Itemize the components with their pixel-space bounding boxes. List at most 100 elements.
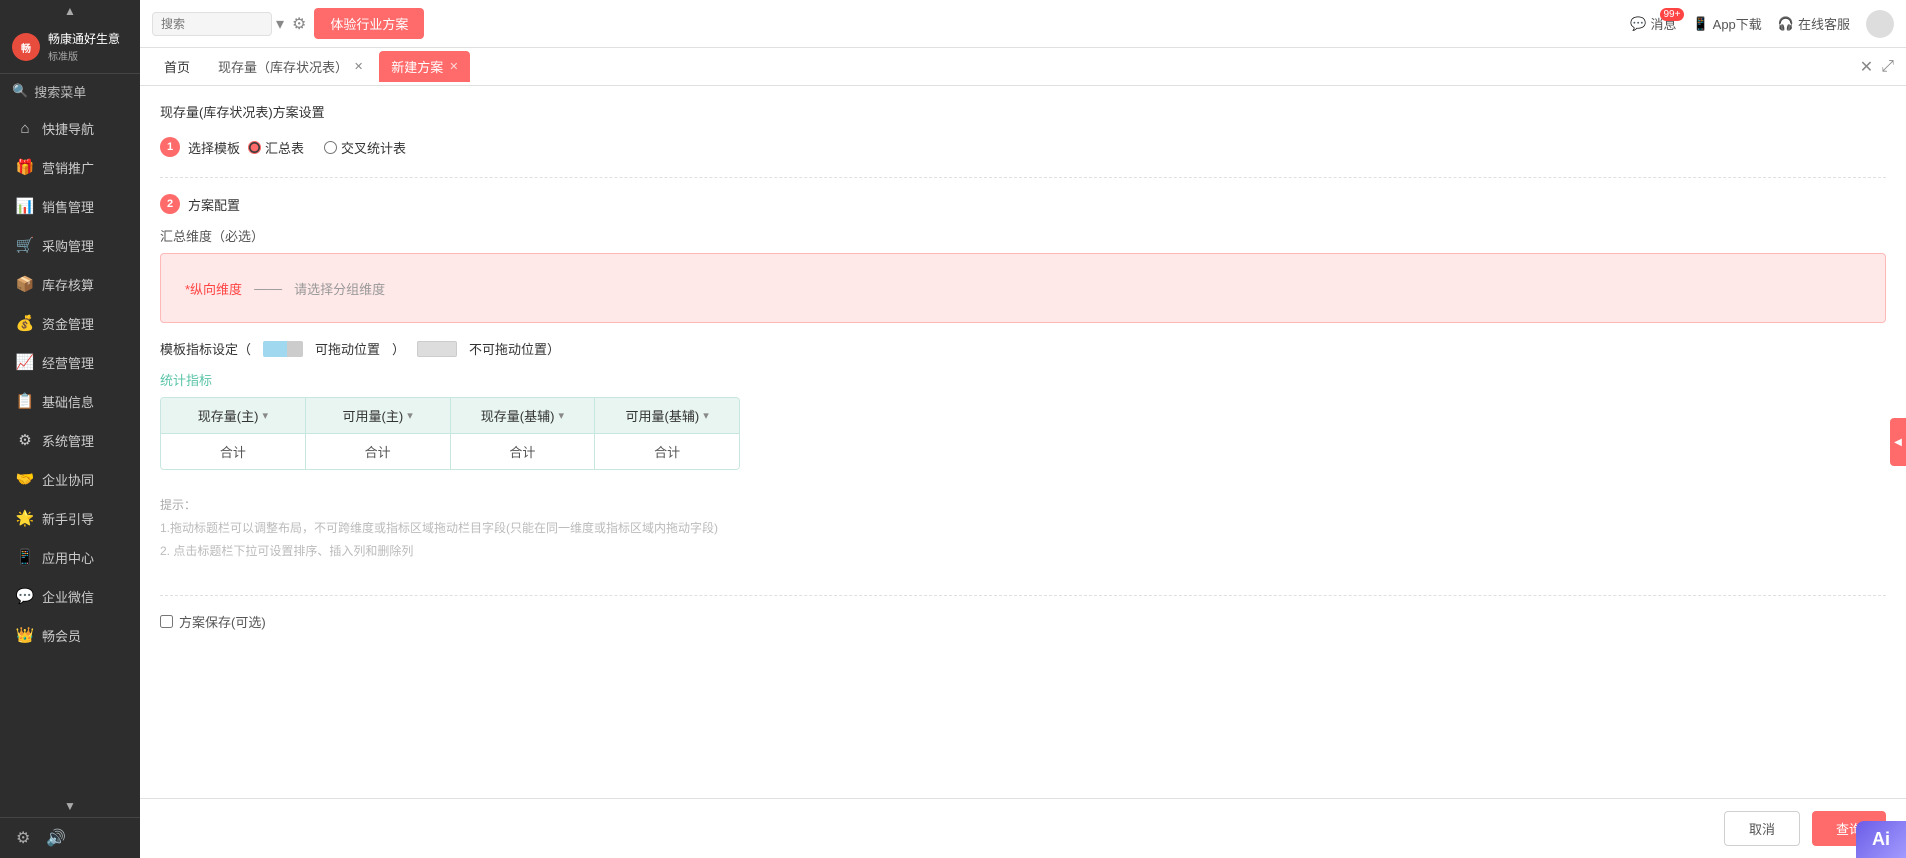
main-area: ▾ ⚙ 体验行业方案 💬 消息 99+ 📱 App下载 🎧 在线客服 首页 bbox=[140, 0, 1906, 858]
nav-label: 采购管理 bbox=[42, 236, 94, 255]
radio-crosstab[interactable]: 交叉统计表 bbox=[324, 138, 406, 157]
radio-summary-label: 汇总表 bbox=[265, 138, 304, 157]
sidebar-item-inventory[interactable]: 📦 库存核算 bbox=[0, 265, 140, 304]
topbar-gear-icon[interactable]: ⚙ bbox=[292, 14, 306, 34]
message-area[interactable]: 💬 消息 99+ bbox=[1630, 14, 1676, 33]
stats-col-4-chevron[interactable]: ▾ bbox=[703, 409, 709, 422]
save-checkbox[interactable] bbox=[160, 615, 173, 628]
window-close-icon[interactable]: ✕ bbox=[1860, 57, 1873, 77]
sidebar-item-new-guide[interactable]: 🌟 新手引导 bbox=[0, 499, 140, 538]
cancel-button[interactable]: 取消 bbox=[1724, 811, 1800, 846]
dimension-box[interactable]: *纵向维度 —— 请选择分组维度 bbox=[160, 253, 1886, 323]
headset-icon: 🎧 bbox=[1778, 16, 1794, 32]
topbar-search-input[interactable] bbox=[152, 12, 272, 36]
nav-label: 畅会员 bbox=[42, 626, 81, 645]
phone-icon: 📱 bbox=[16, 548, 34, 566]
speaker-icon[interactable]: 🔊 bbox=[46, 828, 66, 848]
sidebar-item-app-center[interactable]: 📱 应用中心 bbox=[0, 538, 140, 577]
settings-icon[interactable]: ⚙ bbox=[16, 828, 30, 848]
online-service-area[interactable]: 🎧 在线客服 bbox=[1778, 14, 1850, 33]
dimension-arrow: —— bbox=[254, 280, 282, 296]
tips-item-2: 2. 点击标题栏下拉可设置排序、插入列和删除列 bbox=[160, 542, 1886, 561]
content-area: 现存量(库存状况表)方案设置 1 选择模板 汇总表 交叉统计表 bbox=[140, 86, 1906, 798]
stats-data-col-1: 合计 bbox=[161, 434, 306, 469]
stats-col-4-label: 可用量(基辅) bbox=[626, 406, 700, 425]
tab-home-label: 首页 bbox=[164, 57, 190, 76]
app-name: 畅康通好生意 bbox=[48, 32, 120, 48]
sidebar-item-operations[interactable]: 📈 经营管理 bbox=[0, 343, 140, 382]
stats-section-title: 统计指标 bbox=[160, 370, 1886, 389]
sidebar-scroll-up[interactable]: ▲ bbox=[0, 0, 140, 22]
section-divider-2 bbox=[160, 595, 1886, 596]
content-inner: 现存量(库存状况表)方案设置 1 选择模板 汇总表 交叉统计表 bbox=[140, 86, 1906, 798]
sidebar-search[interactable]: 🔍 搜索菜单 bbox=[0, 74, 140, 109]
tab-inventory-status[interactable]: 现存量（库存状况表） ✕ bbox=[206, 51, 375, 82]
save-option-label: 方案保存(可选) bbox=[179, 612, 266, 631]
sidebar-item-marketing[interactable]: 🎁 营销推广 bbox=[0, 148, 140, 187]
topbar: ▾ ⚙ 体验行业方案 💬 消息 99+ 📱 App下载 🎧 在线客服 bbox=[140, 0, 1906, 48]
stats-data-col-3: 合计 bbox=[451, 434, 596, 469]
stats-col-1-label: 现存量(主) bbox=[198, 406, 259, 425]
right-panel-toggle[interactable]: ◀ bbox=[1890, 418, 1906, 466]
sidebar-scroll-down[interactable]: ▼ bbox=[0, 795, 140, 817]
radio-summary[interactable]: 汇总表 bbox=[248, 138, 304, 157]
stats-col-2-label: 可用量(主) bbox=[343, 406, 404, 425]
sidebar-item-system[interactable]: ⚙ 系统管理 bbox=[0, 421, 140, 460]
tips-item-1: 1.拖动标题栏可以调整布局，不可跨维度或指标区域拖动栏目字段(只能在同一维度或指… bbox=[160, 519, 1886, 538]
sidebar-bottom: ⚙ 🔊 bbox=[0, 817, 140, 858]
not-draggable-badge bbox=[417, 341, 457, 357]
user-avatar[interactable] bbox=[1866, 10, 1894, 38]
search-label: 搜索菜单 bbox=[34, 82, 86, 101]
box-icon: 📦 bbox=[16, 275, 34, 293]
section2-number: 2 bbox=[160, 194, 180, 214]
stats-col-4-header[interactable]: 可用量(基辅) ▾ bbox=[595, 398, 739, 433]
sidebar: ▲ 畅 畅康通好生意 标准版 🔍 搜索菜单 ⌂ 快捷导航 🎁 营销推广 📊 销售… bbox=[0, 0, 140, 858]
stats-data-col-2: 合计 bbox=[306, 434, 451, 469]
window-expand-icon[interactable]: ⤢ bbox=[1881, 58, 1894, 76]
section-scheme: 2 方案配置 汇总维度（必选） *纵向维度 —— 请选择分组维度 模板指标设定（… bbox=[160, 194, 1886, 575]
tab-home[interactable]: 首页 bbox=[152, 51, 202, 82]
trial-button[interactable]: 体验行业方案 bbox=[314, 8, 424, 39]
radio-crosstab-input[interactable] bbox=[324, 141, 337, 154]
section2-header: 2 方案配置 bbox=[160, 194, 1886, 214]
sidebar-item-finance[interactable]: 💰 资金管理 bbox=[0, 304, 140, 343]
topbar-dropdown-icon[interactable]: ▾ bbox=[276, 14, 284, 34]
stats-col-3-label: 现存量(基辅) bbox=[481, 406, 555, 425]
tab-new-scheme-close-icon[interactable]: ✕ bbox=[449, 60, 458, 73]
tab-new-scheme-label: 新建方案 bbox=[391, 57, 443, 76]
tips-section: 提示： 1.拖动标题栏可以调整布局，不可跨维度或指标区域拖动栏目字段(只能在同一… bbox=[160, 486, 1886, 575]
tab-inventory-close-icon[interactable]: ✕ bbox=[354, 60, 363, 73]
nav-label: 企业微信 bbox=[42, 587, 94, 606]
nav-label: 系统管理 bbox=[42, 431, 94, 450]
tabbar: 首页 现存量（库存状况表） ✕ 新建方案 ✕ ✕ ⤢ bbox=[140, 48, 1906, 86]
stats-col-3-chevron[interactable]: ▾ bbox=[558, 409, 564, 422]
stats-col-2-header[interactable]: 可用量(主) ▾ bbox=[306, 398, 451, 433]
home-icon: ⌂ bbox=[16, 119, 34, 137]
draggable-badge bbox=[263, 341, 303, 357]
sidebar-item-basic-info[interactable]: 📋 基础信息 bbox=[0, 382, 140, 421]
draggable-label: 可拖动位置 bbox=[315, 339, 380, 358]
sidebar-item-sales[interactable]: 📊 销售管理 bbox=[0, 187, 140, 226]
sidebar-item-quick-nav[interactable]: ⌂ 快捷导航 bbox=[0, 109, 140, 148]
section2-title: 方案配置 bbox=[188, 195, 240, 214]
stats-col-3-header[interactable]: 现存量(基辅) ▾ bbox=[451, 398, 596, 433]
nav-label: 销售管理 bbox=[42, 197, 94, 216]
sidebar-item-purchase[interactable]: 🛒 采购管理 bbox=[0, 226, 140, 265]
app-version: 标准版 bbox=[48, 48, 120, 63]
stats-col-1-chevron[interactable]: ▾ bbox=[262, 409, 268, 422]
section-template: 1 选择模板 汇总表 交叉统计表 bbox=[160, 137, 1886, 157]
nav-label: 应用中心 bbox=[42, 548, 94, 567]
tab-new-scheme[interactable]: 新建方案 ✕ bbox=[379, 51, 470, 82]
stats-col-1-header[interactable]: 现存量(主) ▾ bbox=[161, 398, 306, 433]
app-download-area[interactable]: 📱 App下载 bbox=[1692, 14, 1761, 33]
section1-header: 1 选择模板 汇总表 交叉统计表 bbox=[160, 137, 1886, 157]
stats-col-2-chevron[interactable]: ▾ bbox=[407, 409, 413, 422]
radio-summary-input[interactable] bbox=[248, 141, 261, 154]
ai-badge[interactable]: Ai bbox=[1856, 821, 1906, 858]
phone-download-icon: 📱 bbox=[1692, 16, 1708, 32]
dimension-placeholder: 请选择分组维度 bbox=[294, 279, 385, 298]
sidebar-item-vip[interactable]: 👑 畅会员 bbox=[0, 616, 140, 655]
sidebar-item-contract[interactable]: 🤝 企业协同 bbox=[0, 460, 140, 499]
tips-title: 提示： bbox=[160, 496, 1886, 513]
sidebar-item-wechat[interactable]: 💬 企业微信 bbox=[0, 577, 140, 616]
